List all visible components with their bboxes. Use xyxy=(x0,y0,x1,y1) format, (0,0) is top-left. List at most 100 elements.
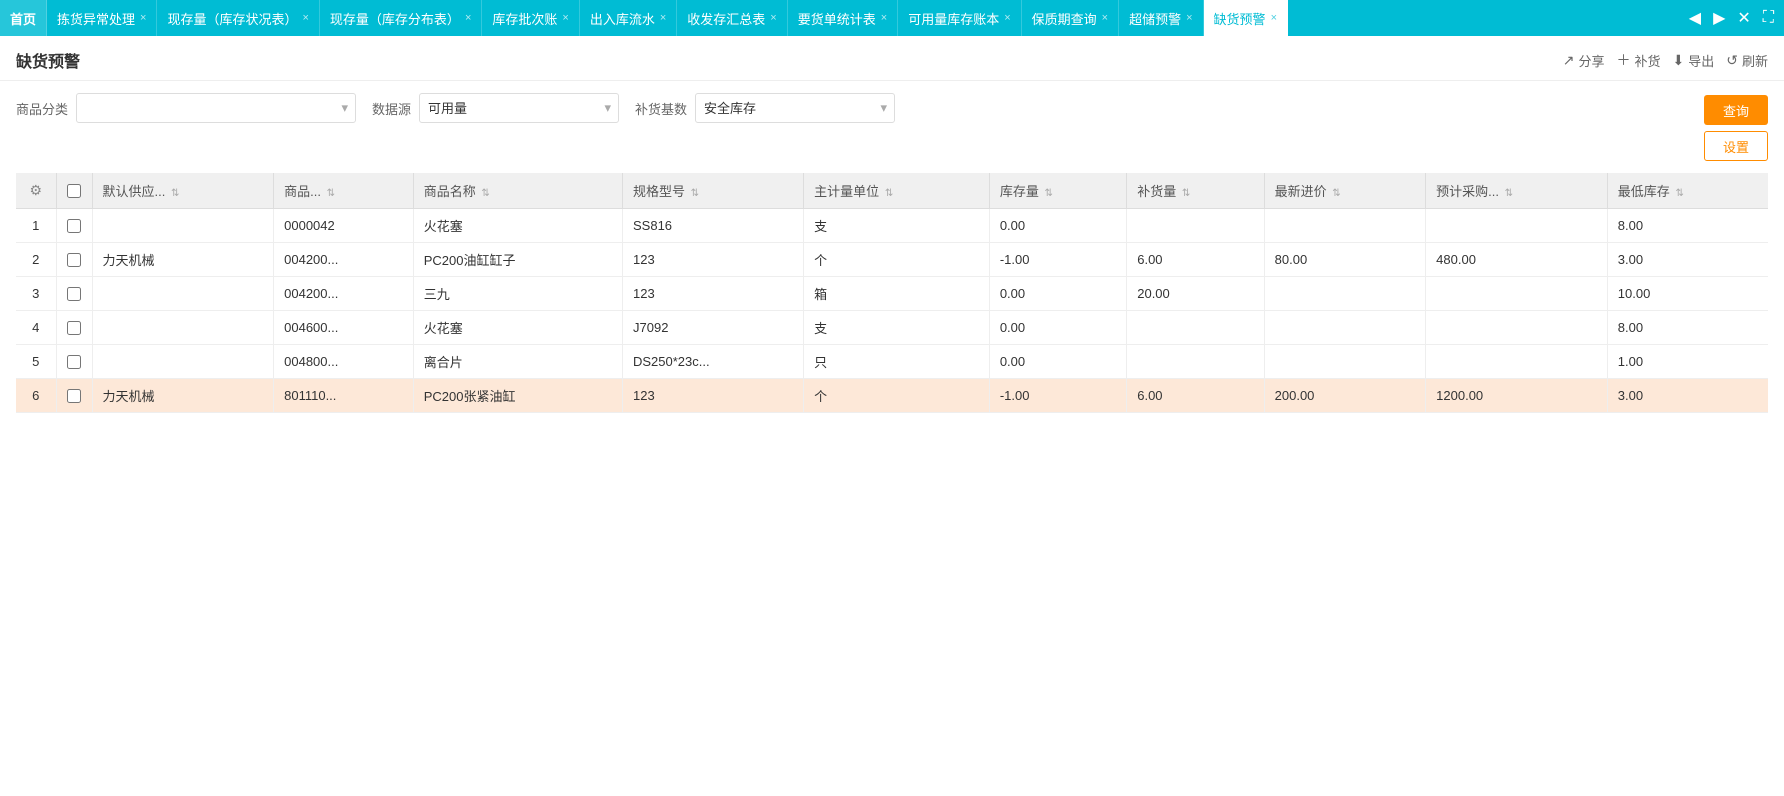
nav-tabs-bar: 首页 拣货异常处理 × 现存量（库存状况表） × 现存量（库存分布表） × 库存… xyxy=(0,0,1784,36)
tab-avail-ledger-label: 可用量库存账本 xyxy=(908,9,999,28)
category-select-wrapper xyxy=(76,93,356,123)
col-product-code[interactable]: 商品... ⇅ xyxy=(274,173,414,209)
col-replenish-qty[interactable]: 补货量 ⇅ xyxy=(1127,173,1264,209)
cell-product-code: 004600... xyxy=(274,311,414,345)
row-checkbox[interactable] xyxy=(67,219,81,233)
col-default-supplier-sort-icon: ⇅ xyxy=(171,188,179,199)
col-spec[interactable]: 规格型号 ⇅ xyxy=(623,173,804,209)
row-checkbox[interactable] xyxy=(67,355,81,369)
col-est-purchase[interactable]: 预计采购... ⇅ xyxy=(1426,173,1608,209)
export-button[interactable]: ⬇ 导出 xyxy=(1673,51,1715,70)
nav-next-btn[interactable]: ▶ xyxy=(1707,8,1731,28)
tab-inout-flow-close[interactable]: × xyxy=(660,12,666,24)
tab-inventory-status[interactable]: 现存量（库存状况表） × xyxy=(157,0,319,36)
tab-shortage[interactable]: 缺货预警 × xyxy=(1204,0,1288,36)
col-unit[interactable]: 主计量单位 ⇅ xyxy=(804,173,990,209)
cell-row-no: 6 xyxy=(16,379,56,413)
table-row: 2 力天机械 004200... PC200油缸缸子 123 个 -1.00 6… xyxy=(16,243,1768,277)
datasource-select[interactable]: 可用量 xyxy=(419,93,619,123)
cell-checkbox xyxy=(56,345,92,379)
cell-latest-price xyxy=(1264,209,1426,243)
col-stock[interactable]: 库存量 ⇅ xyxy=(989,173,1126,209)
tab-batch-account[interactable]: 库存批次账 × xyxy=(482,0,579,36)
nav-close-all-btn[interactable]: ✕ xyxy=(1731,8,1756,28)
cell-unit: 箱 xyxy=(804,277,990,311)
cell-row-no: 4 xyxy=(16,311,56,345)
table-row: 6 力天机械 801110... PC200张紧油缸 123 个 -1.00 6… xyxy=(16,379,1768,413)
tab-inventory-dist[interactable]: 现存量（库存分布表） × xyxy=(320,0,482,36)
cell-spec: 123 xyxy=(623,243,804,277)
tab-overstock-close[interactable]: × xyxy=(1186,12,1192,24)
cell-replenish-qty xyxy=(1127,209,1264,243)
row-checkbox[interactable] xyxy=(67,253,81,267)
settings-button[interactable]: 设置 xyxy=(1704,131,1768,161)
nav-fullscreen-btn[interactable]: ⛶ xyxy=(1757,9,1780,27)
tab-inventory-dist-close[interactable]: × xyxy=(465,12,471,24)
nav-controls: ◀ ▶ ✕ ⛶ xyxy=(1683,8,1784,28)
replenish-basis-label: 补货基数 xyxy=(635,99,687,118)
replenish-button[interactable]: ＋ 补货 xyxy=(1616,50,1660,70)
col-product-name-sort-icon: ⇅ xyxy=(481,188,489,199)
cell-default-supplier: 力天机械 xyxy=(92,379,274,413)
data-table-wrapper: ⚙ 默认供应... ⇅ 商品... ⇅ xyxy=(0,173,1784,413)
cell-replenish-qty: 20.00 xyxy=(1127,277,1264,311)
cell-row-no: 3 xyxy=(16,277,56,311)
nav-prev-btn[interactable]: ◀ xyxy=(1683,8,1707,28)
column-settings-icon[interactable]: ⚙ xyxy=(26,182,46,199)
cell-est-purchase xyxy=(1426,277,1608,311)
tab-recv-summary-close[interactable]: × xyxy=(770,12,776,24)
tab-recv-summary[interactable]: 收发存汇总表 × xyxy=(677,0,787,36)
cell-est-purchase: 480.00 xyxy=(1426,243,1608,277)
cell-row-no: 1 xyxy=(16,209,56,243)
tab-overstock[interactable]: 超储预警 × xyxy=(1119,0,1203,36)
datasource-filter-group: 数据源 可用量 xyxy=(372,93,619,123)
cell-product-name: 火花塞 xyxy=(413,311,622,345)
query-button[interactable]: 查询 xyxy=(1704,95,1768,125)
replenish-basis-select[interactable]: 安全库存 xyxy=(695,93,895,123)
col-latest-price-sort-icon: ⇅ xyxy=(1332,188,1340,199)
tab-req-stat-close[interactable]: × xyxy=(881,12,887,24)
cell-product-code: 004200... xyxy=(274,277,414,311)
col-unit-sort-icon: ⇅ xyxy=(885,188,893,199)
replenish-basis-select-wrapper: 安全库存 xyxy=(695,93,895,123)
tab-batch-account-close[interactable]: × xyxy=(562,12,568,24)
tab-inout-flow[interactable]: 出入库流水 × xyxy=(580,0,677,36)
tab-expiry-query-close[interactable]: × xyxy=(1102,12,1108,24)
col-latest-price[interactable]: 最新进价 ⇅ xyxy=(1264,173,1426,209)
tab-defect-handling[interactable]: 拣货异常处理 × xyxy=(47,0,157,36)
tab-inventory-status-label: 现存量（库存状况表） xyxy=(167,9,297,28)
tab-avail-ledger[interactable]: 可用量库存账本 × xyxy=(898,0,1021,36)
cell-spec: SS816 xyxy=(623,209,804,243)
col-default-supplier[interactable]: 默认供应... ⇅ xyxy=(92,173,274,209)
tab-avail-ledger-close[interactable]: × xyxy=(1004,12,1010,24)
category-select[interactable] xyxy=(76,93,356,123)
table-row: 3 004200... 三九 123 箱 0.00 20.00 10.00 xyxy=(16,277,1768,311)
cell-latest-price xyxy=(1264,345,1426,379)
cell-product-name: PC200油缸缸子 xyxy=(413,243,622,277)
category-label: 商品分类 xyxy=(16,99,68,118)
col-product-name-label: 商品名称 xyxy=(424,184,476,199)
cell-product-name: 三九 xyxy=(413,277,622,311)
tab-expiry-query[interactable]: 保质期查询 × xyxy=(1022,0,1119,36)
export-icon: ⬇ xyxy=(1673,52,1685,69)
row-checkbox[interactable] xyxy=(67,321,81,335)
select-all-checkbox[interactable] xyxy=(67,184,81,198)
row-checkbox[interactable] xyxy=(67,389,81,403)
col-min-stock-sort-icon: ⇅ xyxy=(1675,188,1683,199)
tab-home[interactable]: 首页 xyxy=(0,0,47,36)
refresh-button[interactable]: ↺ 刷新 xyxy=(1726,51,1768,70)
tab-defect-handling-close[interactable]: × xyxy=(140,12,146,24)
row-checkbox[interactable] xyxy=(67,287,81,301)
share-button[interactable]: ↗ 分享 xyxy=(1563,51,1605,70)
tab-shortage-close[interactable]: × xyxy=(1271,12,1277,24)
cell-latest-price xyxy=(1264,277,1426,311)
cell-product-name: PC200张紧油缸 xyxy=(413,379,622,413)
col-product-code-sort-icon: ⇅ xyxy=(327,188,335,199)
tab-inventory-status-close[interactable]: × xyxy=(302,12,308,24)
col-min-stock[interactable]: 最低库存 ⇅ xyxy=(1607,173,1768,209)
cell-latest-price xyxy=(1264,311,1426,345)
col-product-name[interactable]: 商品名称 ⇅ xyxy=(413,173,622,209)
tab-req-stat[interactable]: 要货单统计表 × xyxy=(788,0,898,36)
row-checkbox-wrapper xyxy=(67,253,82,267)
col-stock-label: 库存量 xyxy=(1000,184,1039,199)
